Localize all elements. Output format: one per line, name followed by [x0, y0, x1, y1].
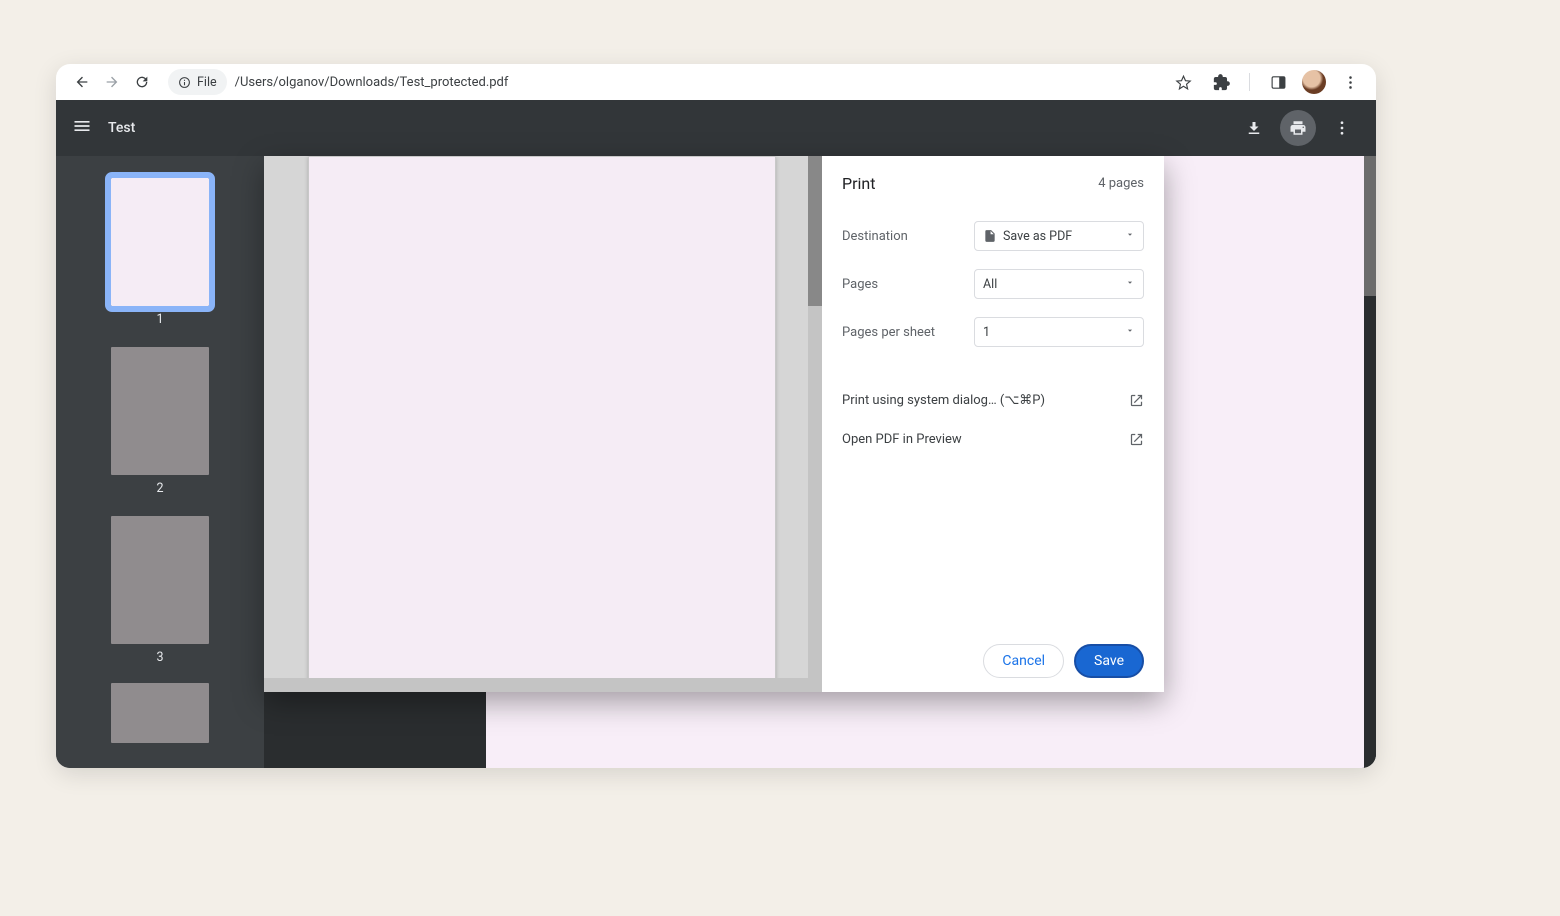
open-external-icon [1129, 432, 1144, 447]
info-icon [178, 76, 191, 89]
viewer-menu-button[interactable] [1324, 110, 1360, 146]
pages-per-sheet-label: Pages per sheet [842, 325, 935, 340]
side-panel-icon [1270, 74, 1287, 91]
arrow-right-icon [104, 74, 120, 90]
destination-label: Destination [842, 229, 908, 244]
thumbnail-item[interactable]: 3 [111, 516, 209, 675]
thumbnail-item[interactable]: 1 [111, 178, 209, 337]
print-page-count: 4 pages [1098, 176, 1144, 191]
star-icon [1175, 74, 1192, 91]
nav-buttons [68, 68, 156, 96]
thumbnail-item[interactable]: 2 [111, 347, 209, 506]
address-bar[interactable]: File /Users/olganov/Downloads/Test_prote… [168, 69, 1157, 95]
arrow-left-icon [74, 74, 90, 90]
pdf-toolbar: Test [56, 100, 1376, 156]
destination-select[interactable]: Save as PDF [974, 221, 1144, 251]
preview-scrollbar-horizontal[interactable] [264, 678, 808, 692]
thumbnail-number: 3 [156, 650, 163, 665]
reload-icon [134, 74, 150, 90]
file-pill-label: File [197, 75, 217, 90]
system-dialog-link[interactable]: Print using system dialog… (⌥⌘P) [842, 387, 1144, 414]
print-preview-page [308, 156, 776, 692]
open-in-preview-text: Open PDF in Preview [842, 432, 962, 447]
preview-scrollbar-vertical[interactable] [808, 156, 822, 692]
address-path: /Users/olganov/Downloads/Test_protected.… [227, 75, 509, 90]
toolbar-divider [1249, 73, 1250, 91]
save-button[interactable]: Save [1074, 644, 1144, 678]
viewer-scrollbar-thumb[interactable] [1364, 156, 1376, 296]
side-panel-button[interactable] [1264, 68, 1292, 96]
thumbnail-number: 2 [156, 481, 163, 496]
browser-right-controls [1169, 68, 1364, 96]
kebab-icon [1342, 74, 1359, 91]
back-button[interactable] [68, 68, 96, 96]
print-dialog-title: Print [842, 174, 875, 193]
preview-scrollbar-thumb[interactable] [808, 156, 822, 306]
reload-button[interactable] [128, 68, 156, 96]
viewer-scrollbar[interactable] [1364, 156, 1376, 768]
chevron-down-icon [1125, 277, 1135, 292]
print-dialog: Print 4 pages Destination Save as PDF Pa… [264, 156, 1164, 692]
forward-button[interactable] [98, 68, 126, 96]
pdf-viewer-body: 1 2 3 [56, 156, 1376, 768]
thumbnail-item[interactable] [111, 683, 209, 743]
pages-per-sheet-select[interactable]: 1 [974, 317, 1144, 347]
chevron-down-icon [1125, 325, 1135, 340]
thumbnail-sidebar[interactable]: 1 2 3 [56, 156, 264, 768]
pages-value: All [983, 277, 997, 292]
extensions-button[interactable] [1207, 68, 1235, 96]
cancel-button[interactable]: Cancel [983, 644, 1064, 678]
pages-per-sheet-value: 1 [983, 325, 990, 340]
page-thumbnail-3[interactable] [111, 516, 209, 644]
document-title: Test [108, 120, 135, 136]
thumbnail-number: 1 [156, 312, 163, 327]
download-icon [1245, 119, 1263, 137]
cancel-button-label: Cancel [1002, 653, 1045, 669]
open-external-icon [1129, 393, 1144, 408]
page-thumbnail-4[interactable] [111, 683, 209, 743]
menu-icon [72, 116, 92, 136]
system-dialog-text: Print using system dialog… (⌥⌘P) [842, 393, 1045, 408]
save-button-label: Save [1094, 653, 1124, 669]
browser-toolbar: File /Users/olganov/Downloads/Test_prote… [56, 64, 1376, 100]
pages-label: Pages [842, 277, 878, 292]
puzzle-icon [1213, 74, 1230, 91]
print-preview-pane [264, 156, 822, 692]
pdf-viewer: Test 1 [56, 100, 1376, 768]
print-button[interactable] [1280, 110, 1316, 146]
destination-value: Save as PDF [1003, 229, 1072, 244]
file-icon [983, 228, 997, 244]
page-thumbnail-1[interactable] [111, 178, 209, 306]
file-protocol-pill: File [168, 69, 227, 95]
print-icon [1289, 119, 1307, 137]
page-thumbnail-2[interactable] [111, 347, 209, 475]
pages-select[interactable]: All [974, 269, 1144, 299]
print-settings-panel: Print 4 pages Destination Save as PDF Pa… [822, 156, 1164, 692]
chevron-down-icon [1125, 229, 1135, 244]
browser-menu-button[interactable] [1336, 68, 1364, 96]
sidebar-toggle-button[interactable] [72, 116, 92, 140]
browser-window: File /Users/olganov/Downloads/Test_prote… [56, 64, 1376, 768]
open-in-preview-link[interactable]: Open PDF in Preview [842, 426, 1144, 453]
profile-avatar[interactable] [1302, 70, 1326, 94]
bookmark-button[interactable] [1169, 68, 1197, 96]
kebab-icon [1333, 119, 1351, 137]
download-button[interactable] [1236, 110, 1272, 146]
